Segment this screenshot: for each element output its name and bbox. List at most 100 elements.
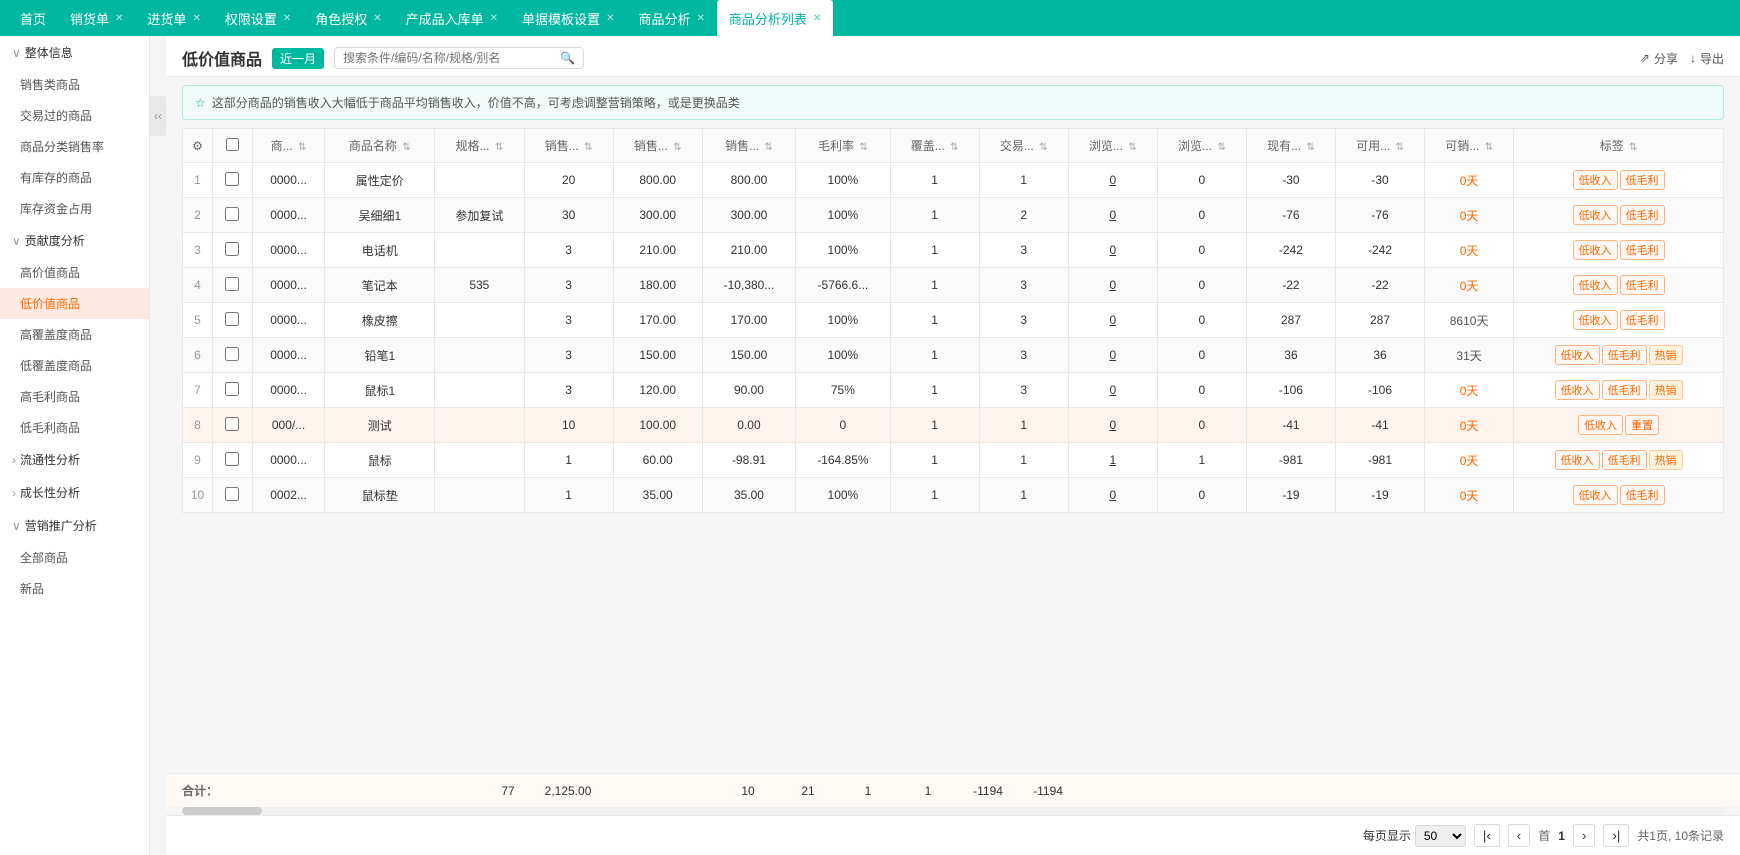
nav-analysis-list[interactable]: 商品分析列表 ✕	[717, 0, 833, 36]
row-checkbox[interactable]	[213, 268, 253, 303]
row-checkbox[interactable]	[213, 163, 253, 198]
nav-role[interactable]: 角色授权 ✕	[303, 0, 393, 36]
nav-template[interactable]: 单据模板设置 ✕	[510, 0, 626, 36]
trade-column-header[interactable]: 交易... ⇅	[979, 129, 1068, 163]
sidebar-item-sale-goods[interactable]: 销售类商品	[0, 69, 149, 100]
sidebar-item-all-goods[interactable]: 全部商品	[0, 542, 149, 573]
row-select-checkbox[interactable]	[225, 487, 239, 501]
sidebar-item-high-value[interactable]: 高价值商品	[0, 257, 149, 288]
view1-link[interactable]: 0	[1109, 383, 1116, 397]
sidebar-item-low-margin[interactable]: 低毛利商品	[0, 412, 149, 443]
close-icon[interactable]: ✕	[490, 13, 498, 24]
close-icon[interactable]: ✕	[283, 13, 291, 24]
view1-link[interactable]: 0	[1109, 173, 1116, 187]
row-select-checkbox[interactable]	[225, 312, 239, 326]
view1-link[interactable]: 1	[1109, 453, 1116, 467]
nav-permission[interactable]: 权限设置 ✕	[213, 0, 303, 36]
sidebar-item-category-rate[interactable]: 商品分类销售率	[0, 131, 149, 162]
view2-column-header[interactable]: 浏览... ⇅	[1157, 129, 1246, 163]
sidebar-group-flow[interactable]: › 流通性分析	[0, 443, 149, 476]
sale-amt2-column-header[interactable]: 销售... ⇅	[702, 129, 795, 163]
row-checkbox[interactable]	[213, 478, 253, 513]
row-select-checkbox[interactable]	[225, 172, 239, 186]
sidebar-item-low-coverage[interactable]: 低覆盖度商品	[0, 350, 149, 381]
sale-qty-column-header[interactable]: 销售... ⇅	[524, 129, 613, 163]
row-select-checkbox[interactable]	[225, 382, 239, 396]
row-checkbox[interactable]	[213, 373, 253, 408]
row-view1: 0	[1068, 233, 1157, 268]
row-checkbox[interactable]	[213, 338, 253, 373]
available-column-header[interactable]: 可用... ⇅	[1335, 129, 1424, 163]
first-page-button[interactable]: |‹	[1474, 824, 1500, 847]
gear-column-header[interactable]: ⚙	[183, 129, 213, 163]
view1-column-header[interactable]: 浏览... ⇅	[1068, 129, 1157, 163]
view1-link[interactable]: 0	[1109, 208, 1116, 222]
sidebar-group-overview[interactable]: ∨ 整体信息	[0, 36, 149, 69]
sidebar-item-high-coverage[interactable]: 高覆盖度商品	[0, 319, 149, 350]
row-checkbox[interactable]	[213, 303, 253, 338]
search-icon[interactable]: 🔍	[560, 51, 575, 65]
sidebar-item-new-goods[interactable]: 新品	[0, 573, 149, 604]
sidebar-collapse-button[interactable]: ‹‹	[150, 96, 166, 136]
row-select-checkbox[interactable]	[225, 277, 239, 291]
period-badge[interactable]: 近一月	[272, 48, 324, 69]
search-input[interactable]	[343, 51, 560, 65]
sidebar-item-stock-goods[interactable]: 有库存的商品	[0, 162, 149, 193]
close-icon[interactable]: ✕	[373, 13, 381, 24]
checkbox-column-header[interactable]	[213, 129, 253, 163]
close-icon[interactable]: ✕	[192, 13, 200, 24]
row-checkbox[interactable]	[213, 233, 253, 268]
last-page-button[interactable]: ›|	[1603, 824, 1629, 847]
gross-rate-column-header[interactable]: 毛利率 ⇅	[796, 129, 890, 163]
row-select-checkbox[interactable]	[225, 452, 239, 466]
sidebar-group-growth[interactable]: › 成长性分析	[0, 476, 149, 509]
view1-link[interactable]: 0	[1109, 348, 1116, 362]
sidebar-item-low-value[interactable]: 低价值商品	[0, 288, 149, 319]
row-select-checkbox[interactable]	[225, 347, 239, 361]
row-checkbox[interactable]	[213, 198, 253, 233]
close-icon[interactable]: ✕	[813, 13, 821, 24]
per-page-select[interactable]: 50 100 200	[1415, 825, 1466, 847]
close-icon[interactable]: ✕	[115, 13, 123, 24]
coverage-column-header[interactable]: 覆盖... ⇅	[890, 129, 979, 163]
current-column-header[interactable]: 现有... ⇅	[1246, 129, 1335, 163]
close-icon[interactable]: ✕	[606, 13, 614, 24]
select-all-checkbox[interactable]	[226, 138, 239, 151]
nav-product[interactable]: 产成品入库单 ✕	[394, 0, 510, 36]
table-row: 10 0002... 鼠标垫 1 35.00 35.00 100% 1 1 0 …	[183, 478, 1724, 513]
nav-analysis[interactable]: 商品分析 ✕	[626, 0, 716, 36]
sidebar-group-contribution[interactable]: ∨ 贡献度分析	[0, 224, 149, 257]
sale-amt-column-header[interactable]: 销售... ⇅	[613, 129, 702, 163]
row-select-checkbox[interactable]	[225, 207, 239, 221]
sidebar-group-marketing[interactable]: ∨ 营销推广分析	[0, 509, 149, 542]
spec-column-header[interactable]: 规格... ⇅	[435, 129, 524, 163]
nav-sales[interactable]: 销货单 ✕	[58, 0, 135, 36]
close-icon[interactable]: ✕	[696, 13, 704, 24]
saleable-column-header[interactable]: 可销... ⇅	[1425, 129, 1514, 163]
view1-link[interactable]: 0	[1109, 313, 1116, 327]
scrollbar-thumb[interactable]	[182, 807, 262, 815]
view1-link[interactable]: 0	[1109, 418, 1116, 432]
sidebar-item-high-margin[interactable]: 高毛利商品	[0, 381, 149, 412]
row-checkbox[interactable]	[213, 408, 253, 443]
sidebar-item-traded-goods[interactable]: 交易过的商品	[0, 100, 149, 131]
horizontal-scrollbar[interactable]	[182, 807, 1724, 815]
tags-column-header[interactable]: 标签 ⇅	[1514, 129, 1724, 163]
view1-link[interactable]: 0	[1109, 243, 1116, 257]
row-view1: 0	[1068, 268, 1157, 303]
row-select-checkbox[interactable]	[225, 417, 239, 431]
sidebar-item-stock-fund[interactable]: 库存资金占用	[0, 193, 149, 224]
row-name: 电话机	[325, 233, 435, 268]
nav-home[interactable]: 首页	[8, 0, 58, 36]
code-column-header[interactable]: 商... ⇅	[252, 129, 325, 163]
view1-link[interactable]: 0	[1109, 488, 1116, 502]
row-checkbox[interactable]	[213, 443, 253, 478]
share-button[interactable]: ⇗ 分享	[1640, 50, 1678, 67]
prev-page-button[interactable]: ‹	[1508, 824, 1530, 847]
export-button[interactable]: ↓ 导出	[1690, 50, 1724, 67]
view1-link[interactable]: 0	[1109, 278, 1116, 292]
row-select-checkbox[interactable]	[225, 242, 239, 256]
name-column-header[interactable]: 商品名称 ⇅	[325, 129, 435, 163]
nav-purchase[interactable]: 进货单 ✕	[135, 0, 212, 36]
next-page-button[interactable]: ›	[1573, 824, 1595, 847]
